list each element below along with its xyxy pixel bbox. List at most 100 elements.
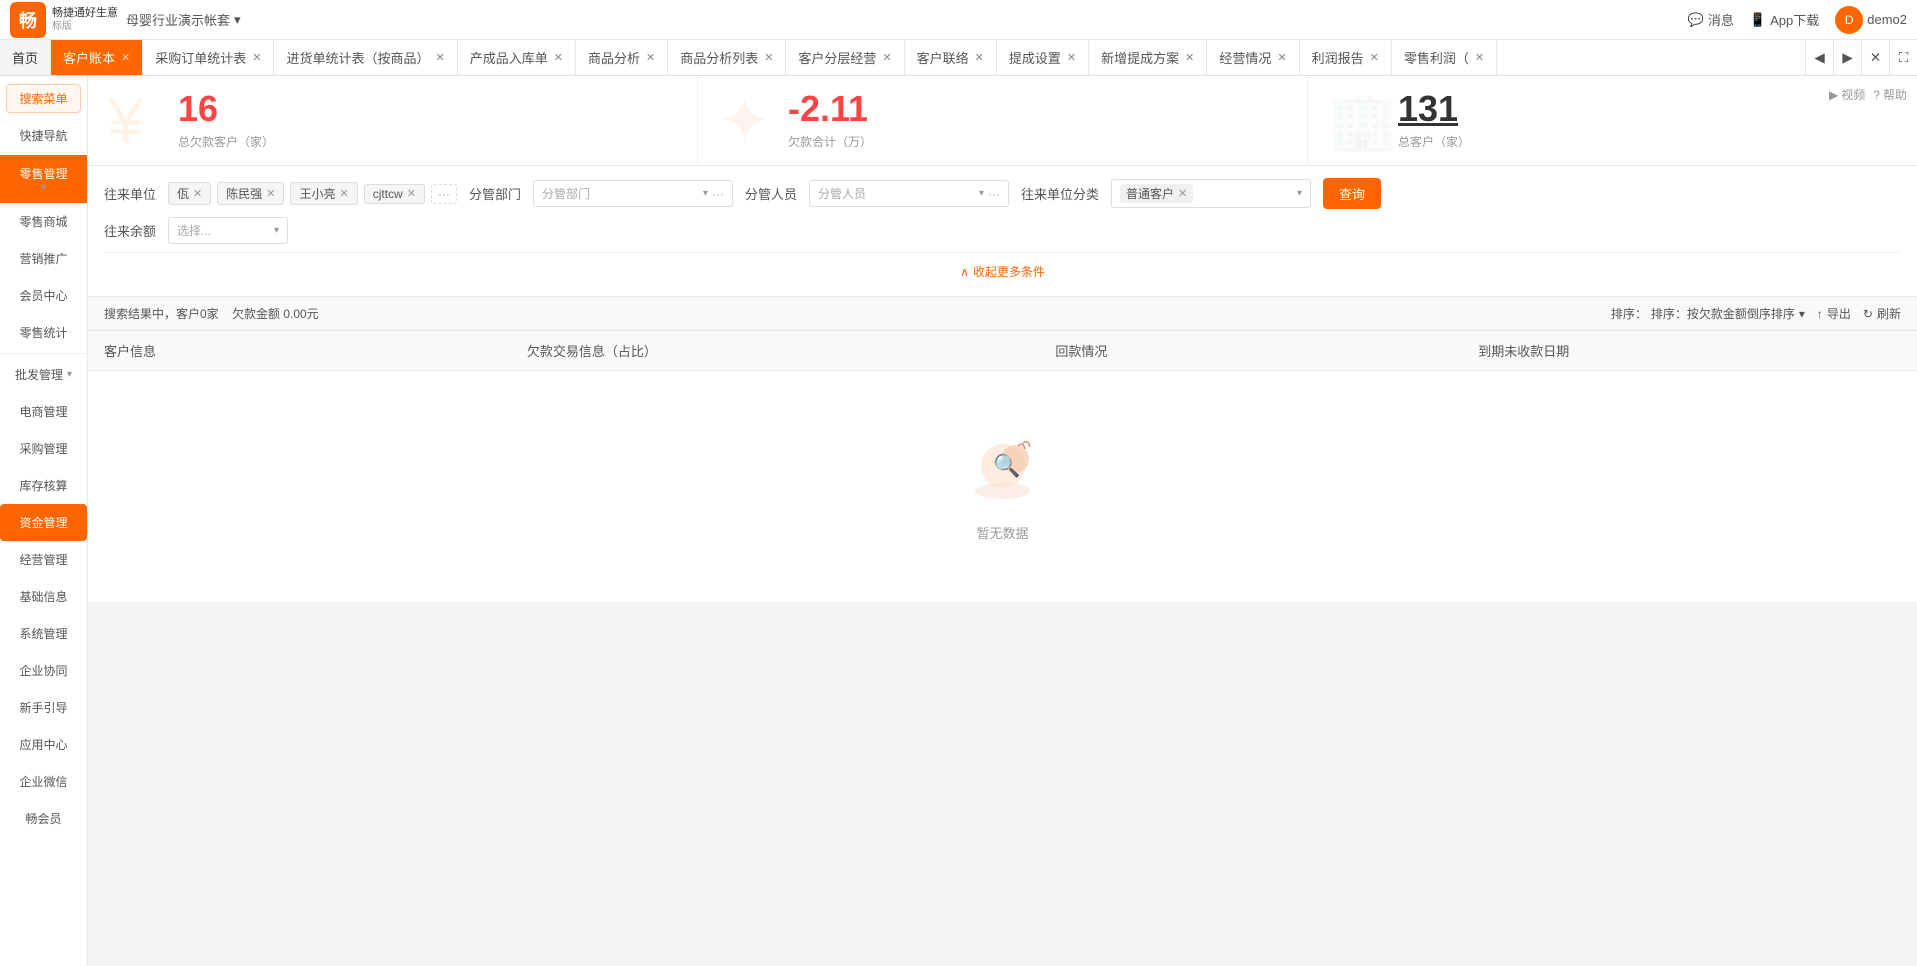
stat-debt-text: -2.11 欠款合计（万） (788, 91, 872, 150)
sidebar-item-apps[interactable]: 应用中心 (0, 726, 87, 763)
tab-purchase[interactable]: 采购订单统计表 ✕ (143, 40, 274, 76)
close-icon[interactable]: ✕ (554, 51, 563, 64)
empty-illustration: 🔍 (963, 431, 1043, 511)
result-summary: 搜索结果中，客户0家 欠款金额 0.00元 (104, 305, 319, 322)
sidebar-item-retail[interactable]: 零售管理 ▾ (0, 155, 87, 203)
remove-unit-type-tag[interactable]: ✕ (1178, 187, 1187, 200)
help-btn[interactable]: ? 帮助 (1873, 86, 1907, 103)
remove-tag-chen[interactable]: ✕ (266, 187, 275, 200)
message-btn[interactable]: 💬 消息 (1688, 10, 1734, 29)
message-icon: 💬 (1688, 12, 1704, 28)
tab-profit[interactable]: 利润报告 ✕ (1300, 40, 1392, 76)
close-icon[interactable]: ✕ (764, 51, 773, 64)
nav-next-btn[interactable]: ▶ (1833, 40, 1861, 76)
more-icon-2[interactable]: ··· (988, 187, 1000, 201)
chevron-down-icon: ▾ (703, 188, 708, 199)
close-icon[interactable]: ✕ (1067, 51, 1076, 64)
close-icon[interactable]: ✕ (252, 51, 261, 64)
result-bar-right: 排序： 排序：按欠款金额倒序排序 ▾ ↑ 导出 ↻ 刷新 (1611, 305, 1901, 322)
tab-customer-contact[interactable]: 客户联络 ✕ (905, 40, 997, 76)
sidebar-item-marketing[interactable]: 营销推广 (0, 240, 87, 277)
sidebar-item-finance[interactable]: 资金管理 (0, 504, 87, 541)
video-icon: ▶ (1829, 88, 1838, 102)
tab-commission[interactable]: 提成设置 ✕ (997, 40, 1089, 76)
user-menu[interactable]: D demo2 (1835, 6, 1907, 34)
sidebar-item-system[interactable]: 系统管理 (0, 615, 87, 652)
close-icon[interactable]: ✕ (121, 51, 130, 64)
close-icon[interactable]: ✕ (436, 51, 445, 64)
logo-icon: 畅 (10, 2, 46, 38)
avatar: D (1835, 6, 1863, 34)
close-icon[interactable]: ✕ (882, 51, 891, 64)
person-select[interactable]: 分管人员 ▾ ··· (809, 180, 1009, 207)
sidebar-item-basics[interactable]: 基础信息 (0, 578, 87, 615)
account-dropdown[interactable]: 母婴行业演示帐套 ▾ (126, 10, 241, 29)
search-menu-btn[interactable]: 搜索菜单 (6, 84, 81, 113)
tab-goods-stats[interactable]: 进货单统计表（按商品） ✕ (274, 40, 457, 76)
nav-close-all-btn[interactable]: ✕ (1861, 40, 1889, 76)
chevron-right-icon: ▾ (6, 182, 81, 193)
app-download-btn[interactable]: 📱 App下载 (1750, 10, 1819, 29)
sidebar-item-enterprise[interactable]: 企业协同 (0, 652, 87, 689)
tab-business[interactable]: 经营情况 ✕ (1207, 40, 1299, 76)
export-btn[interactable]: ↑ 导出 (1817, 305, 1851, 322)
close-icon[interactable]: ✕ (1370, 51, 1379, 64)
sidebar-item-retail-stats[interactable]: 零售统计 (0, 314, 87, 351)
dept-select[interactable]: 分管部门 ▾ ··· (533, 180, 733, 207)
close-icon[interactable]: ✕ (1185, 51, 1194, 64)
stat-customers-label: 总客户（家） (1398, 133, 1470, 150)
stat-debtors-value: 16 (178, 91, 274, 127)
tab-accounts[interactable]: 客户账本 ✕ (51, 40, 143, 76)
remove-tag-wang[interactable]: ✕ (340, 187, 349, 200)
sidebar-item-member[interactable]: 畅会员 (0, 800, 87, 837)
close-icon[interactable]: ✕ (646, 51, 655, 64)
tag-cj: cjttcw ✕ (364, 184, 425, 204)
result-bar: 搜索结果中，客户0家 欠款金额 0.00元 排序： 排序：按欠款金额倒序排序 ▾… (88, 297, 1917, 331)
unit-type-select[interactable]: 普通客户 ✕ ▾ (1111, 179, 1311, 208)
close-icon[interactable]: ✕ (1277, 51, 1286, 64)
sidebar-item-wechat[interactable]: 企业微信 (0, 763, 87, 800)
sidebar-divider-2 (0, 353, 87, 354)
tab-customer-layer[interactable]: 客户分层经营 ✕ (786, 40, 904, 76)
stat-debtors-text: 16 总欠款客户（家） (178, 91, 274, 150)
close-icon[interactable]: ✕ (975, 51, 984, 64)
nav-prev-btn[interactable]: ◀ (1805, 40, 1833, 76)
sort-select[interactable]: 排序： 排序：按欠款金额倒序排序 ▾ (1611, 305, 1805, 322)
col-due-date: 到期未收款日期 (1478, 341, 1901, 360)
sidebar-item-member-center[interactable]: 会员中心 (0, 277, 87, 314)
stats-header: ¥ 16 总欠款客户（家） ✦ -2.11 欠款合计（万） 🏢 131 (88, 76, 1917, 166)
query-btn[interactable]: 查询 (1323, 178, 1381, 209)
sidebar-search-area: 搜索菜单 (0, 76, 87, 121)
remove-tag-wa[interactable]: ✕ (193, 187, 202, 200)
tag-wang: 王小亮 ✕ (290, 182, 357, 205)
sidebar-item-purchase[interactable]: 采购管理 (0, 430, 87, 467)
remove-tag-cj[interactable]: ✕ (407, 187, 416, 200)
sidebar-item-ecommerce[interactable]: 电商管理 (0, 393, 87, 430)
tab-new-commission[interactable]: 新增提成方案 ✕ (1089, 40, 1207, 76)
sidebar-item-wholesale[interactable]: 批发管理 ▾ (0, 356, 87, 393)
balance-select[interactable]: 选择... ▾ (168, 217, 288, 244)
tab-goods-list[interactable]: 商品分析列表 ✕ (668, 40, 786, 76)
sidebar-item-inventory[interactable]: 库存核算 (0, 467, 87, 504)
refresh-btn[interactable]: ↻ 刷新 (1863, 305, 1901, 322)
main-layout: 搜索菜单 快捷导航 零售管理 ▾ 零售商城 营销推广 会员中心 零售统计 批发管… (0, 76, 1917, 966)
sidebar-item-guide[interactable]: 新手引导 (0, 689, 87, 726)
collapse-btn[interactable]: ∧ 收起更多条件 (960, 259, 1045, 284)
top-bar-left: 畅 畅捷通好生意 标版 母婴行业演示帐套 ▾ (10, 2, 241, 38)
more-icon[interactable]: ··· (712, 187, 724, 201)
tab-goods-analysis[interactable]: 商品分析 ✕ (576, 40, 668, 76)
tag-chen: 陈民强 ✕ (217, 182, 284, 205)
nav-maximize-btn[interactable]: ⛶ (1889, 40, 1917, 76)
sidebar-divider (0, 152, 87, 153)
more-tags-btn[interactable]: ··· (431, 184, 457, 204)
sidebar-item-retail-shop[interactable]: 零售商城 (0, 203, 87, 240)
quick-nav-btn[interactable]: 快捷导航 (0, 121, 87, 150)
tab-inbound[interactable]: 产成品入库单 ✕ (458, 40, 576, 76)
chevron-down-icon-sort: ▾ (1799, 307, 1805, 321)
close-icon[interactable]: ✕ (1475, 51, 1484, 64)
tab-home[interactable]: 首页 (0, 40, 51, 76)
video-help-btn[interactable]: ▶ 视频 (1829, 86, 1865, 103)
tab-retail-profit[interactable]: 零售利润（ ✕ (1392, 40, 1497, 76)
sidebar-item-operations[interactable]: 经营管理 (0, 541, 87, 578)
top-bar-right: 💬 消息 📱 App下载 D demo2 (1688, 6, 1907, 34)
